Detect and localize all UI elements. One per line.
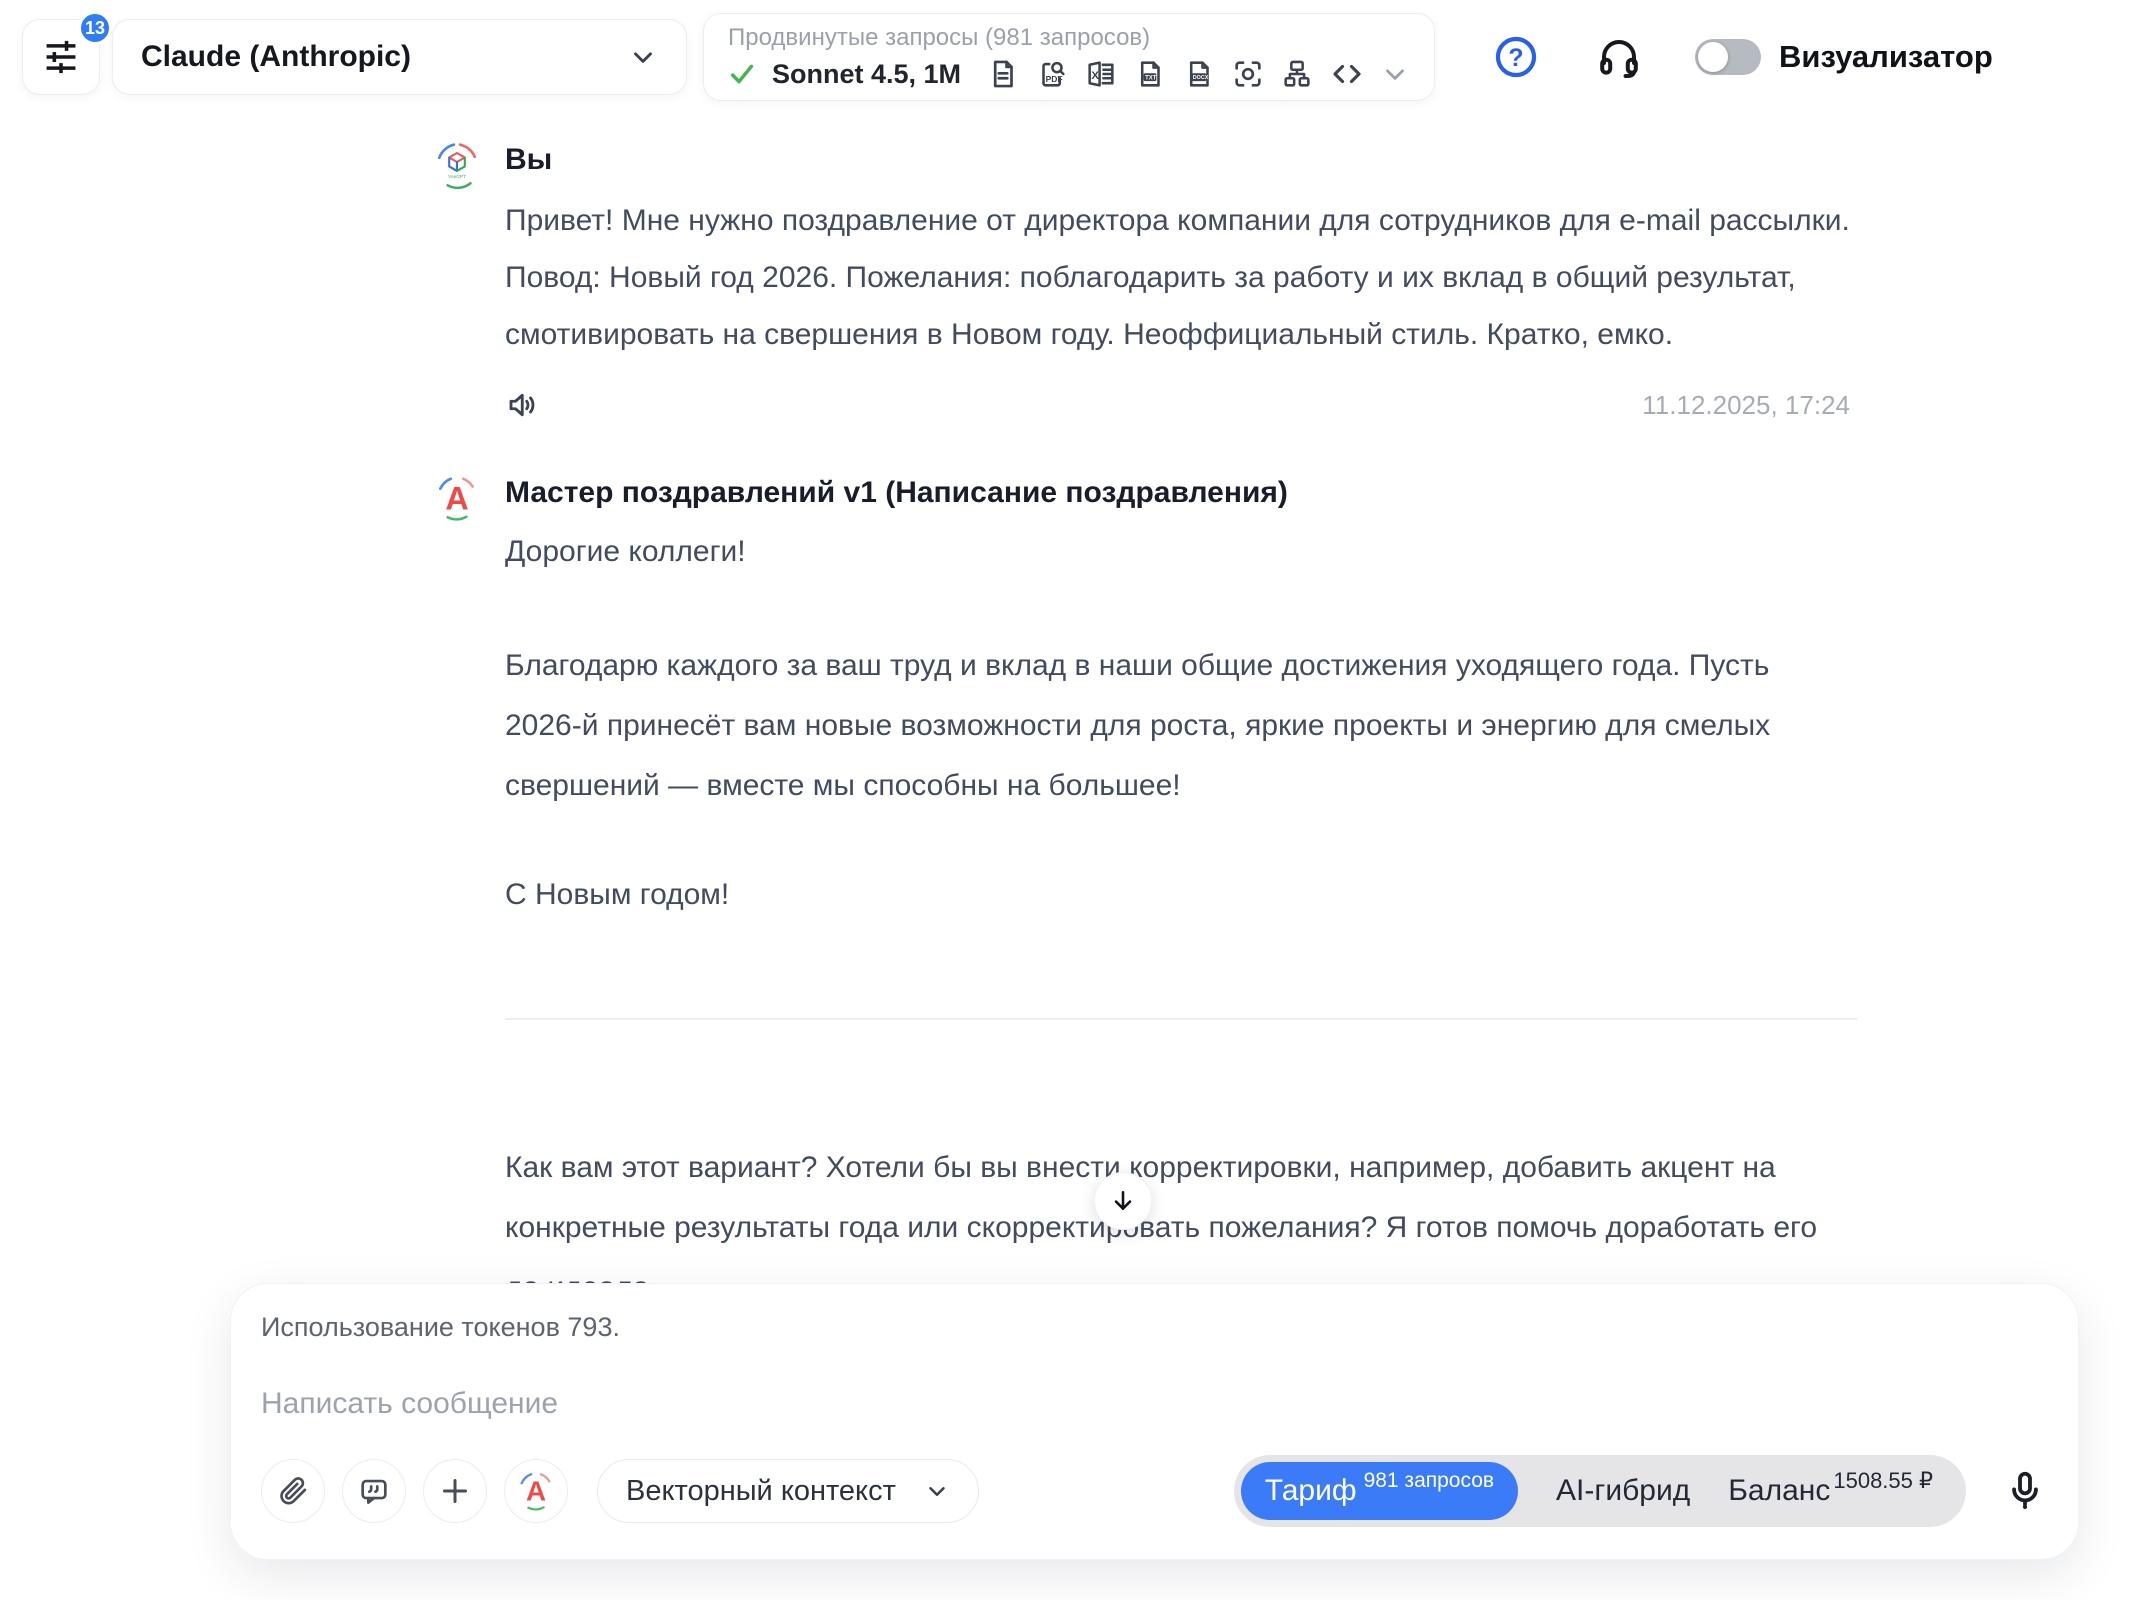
- tariff-button[interactable]: Тариф 981 запросов: [1241, 1462, 1518, 1520]
- top-bar: 13 Claude (Anthropic) Продвинутые запрос…: [22, 12, 2118, 102]
- svg-text:TXT: TXT: [1145, 75, 1157, 81]
- message-divider: [505, 1018, 1857, 1020]
- microphone-icon: [2002, 1468, 2048, 1514]
- assistant-select-button[interactable]: A: [504, 1459, 568, 1523]
- message-timestamp: 11.12.2025, 17:24: [1642, 390, 1850, 421]
- assistant-body: Благодарю каждого за ваш труд и вклад в …: [505, 636, 1850, 816]
- svg-text:?: ?: [1508, 44, 1523, 72]
- svg-text:X: X: [1091, 70, 1099, 82]
- assistant-closing: С Новым годом!: [505, 878, 1857, 912]
- user-message: VseGPT Вы Привет! Мне нужно поздравление…: [432, 140, 1845, 423]
- user-message-text: Привет! Мне нужно поздравление от директ…: [505, 192, 1850, 363]
- svg-text:VseGPT: VseGPT: [448, 174, 466, 179]
- token-usage-text: Использование токенов 793.: [261, 1312, 2048, 1343]
- txt-file-icon[interactable]: TXT: [1133, 57, 1167, 91]
- composer-panel: Использование токенов 793.: [230, 1283, 2079, 1560]
- app-window: 13 Claude (Anthropic) Продвинутые запрос…: [0, 0, 2140, 1600]
- svg-text:PDF: PDF: [1046, 74, 1063, 84]
- scroll-to-bottom-button[interactable]: [1094, 1172, 1152, 1230]
- assistant-greeting: Дорогие коллеги!: [505, 523, 1857, 580]
- svg-text:A: A: [526, 1476, 546, 1507]
- user-message-author: Вы: [505, 140, 1850, 180]
- message-input[interactable]: [261, 1387, 1361, 1421]
- file-text-icon[interactable]: [986, 57, 1020, 91]
- excel-icon[interactable]: X: [1084, 57, 1118, 91]
- assistant-logo-icon: A: [513, 1468, 559, 1514]
- advanced-requests-title: Продвинутые запросы (981 запросов): [728, 24, 1410, 52]
- docx-file-icon[interactable]: DOCX: [1182, 57, 1216, 91]
- attach-file-button[interactable]: [261, 1459, 325, 1523]
- chevron-down-icon: [628, 42, 658, 72]
- svg-text:A: A: [445, 480, 468, 516]
- code-icon[interactable]: [1329, 56, 1365, 92]
- plan-info-pill: Тариф 981 запросов AI-гибрид Баланс 1508…: [1234, 1455, 1966, 1527]
- balance-value: 1508.55 ₽: [1833, 1468, 1933, 1494]
- paperclip-icon: [276, 1474, 310, 1508]
- user-avatar: VseGPT: [432, 140, 505, 190]
- arrow-down-icon: [1109, 1187, 1137, 1215]
- prompt-templates-button[interactable]: [342, 1459, 406, 1523]
- chevron-down-icon: [924, 1478, 950, 1504]
- pdf-search-icon[interactable]: PDF: [1035, 57, 1069, 91]
- visualizer-label: Визуализатор: [1779, 39, 1993, 75]
- composer-toolbar: A Векторный контекст Тариф 981 запросов …: [261, 1455, 2048, 1527]
- vector-context-dropdown[interactable]: Векторный контекст: [597, 1459, 979, 1523]
- headset-icon[interactable]: [1595, 33, 1643, 81]
- check-icon: [728, 60, 756, 88]
- tariff-requests-count: 981 запросов: [1364, 1469, 1494, 1493]
- sliders-icon: [41, 37, 81, 77]
- file-format-toolbar: PDF X TXT: [986, 56, 1410, 92]
- model-selector[interactable]: Claude (Anthropic): [112, 19, 687, 95]
- comment-icon: [357, 1474, 391, 1508]
- plus-icon: [437, 1473, 473, 1509]
- advanced-requests-panel[interactable]: Продвинутые запросы (981 запросов) Sonne…: [703, 13, 1435, 101]
- settings-button[interactable]: 13: [22, 19, 100, 95]
- toggle-knob: [1698, 42, 1728, 72]
- svg-text:DOCX: DOCX: [1193, 75, 1209, 81]
- vector-context-label: Векторный контекст: [626, 1475, 896, 1508]
- speaker-icon[interactable]: [505, 387, 541, 423]
- visualizer-toggle[interactable]: [1695, 39, 1761, 75]
- chevron-down-icon[interactable]: [1380, 59, 1410, 89]
- balance-tab[interactable]: Баланс 1508.55 ₽: [1728, 1474, 1933, 1508]
- chat-thread: VseGPT Вы Привет! Мне нужно поздравление…: [432, 140, 1845, 1318]
- new-chat-button[interactable]: [423, 1459, 487, 1523]
- assistant-message-author: Мастер поздравлений v1 (Написание поздра…: [505, 473, 1857, 513]
- tariff-label: Тариф: [1265, 1474, 1357, 1508]
- scan-icon[interactable]: [1231, 57, 1265, 91]
- sitemap-icon[interactable]: [1280, 57, 1314, 91]
- microphone-button[interactable]: [2002, 1468, 2048, 1514]
- settings-badge: 13: [78, 11, 112, 45]
- balance-label: Баланс: [1728, 1474, 1830, 1508]
- assistant-avatar: A: [432, 473, 505, 523]
- advanced-model-name: Sonnet 4.5, 1M: [772, 59, 961, 90]
- help-icon[interactable]: ?: [1493, 34, 1539, 80]
- model-selector-label: Claude (Anthropic): [141, 40, 411, 74]
- ai-hybrid-tab[interactable]: AI-гибрид: [1556, 1474, 1690, 1508]
